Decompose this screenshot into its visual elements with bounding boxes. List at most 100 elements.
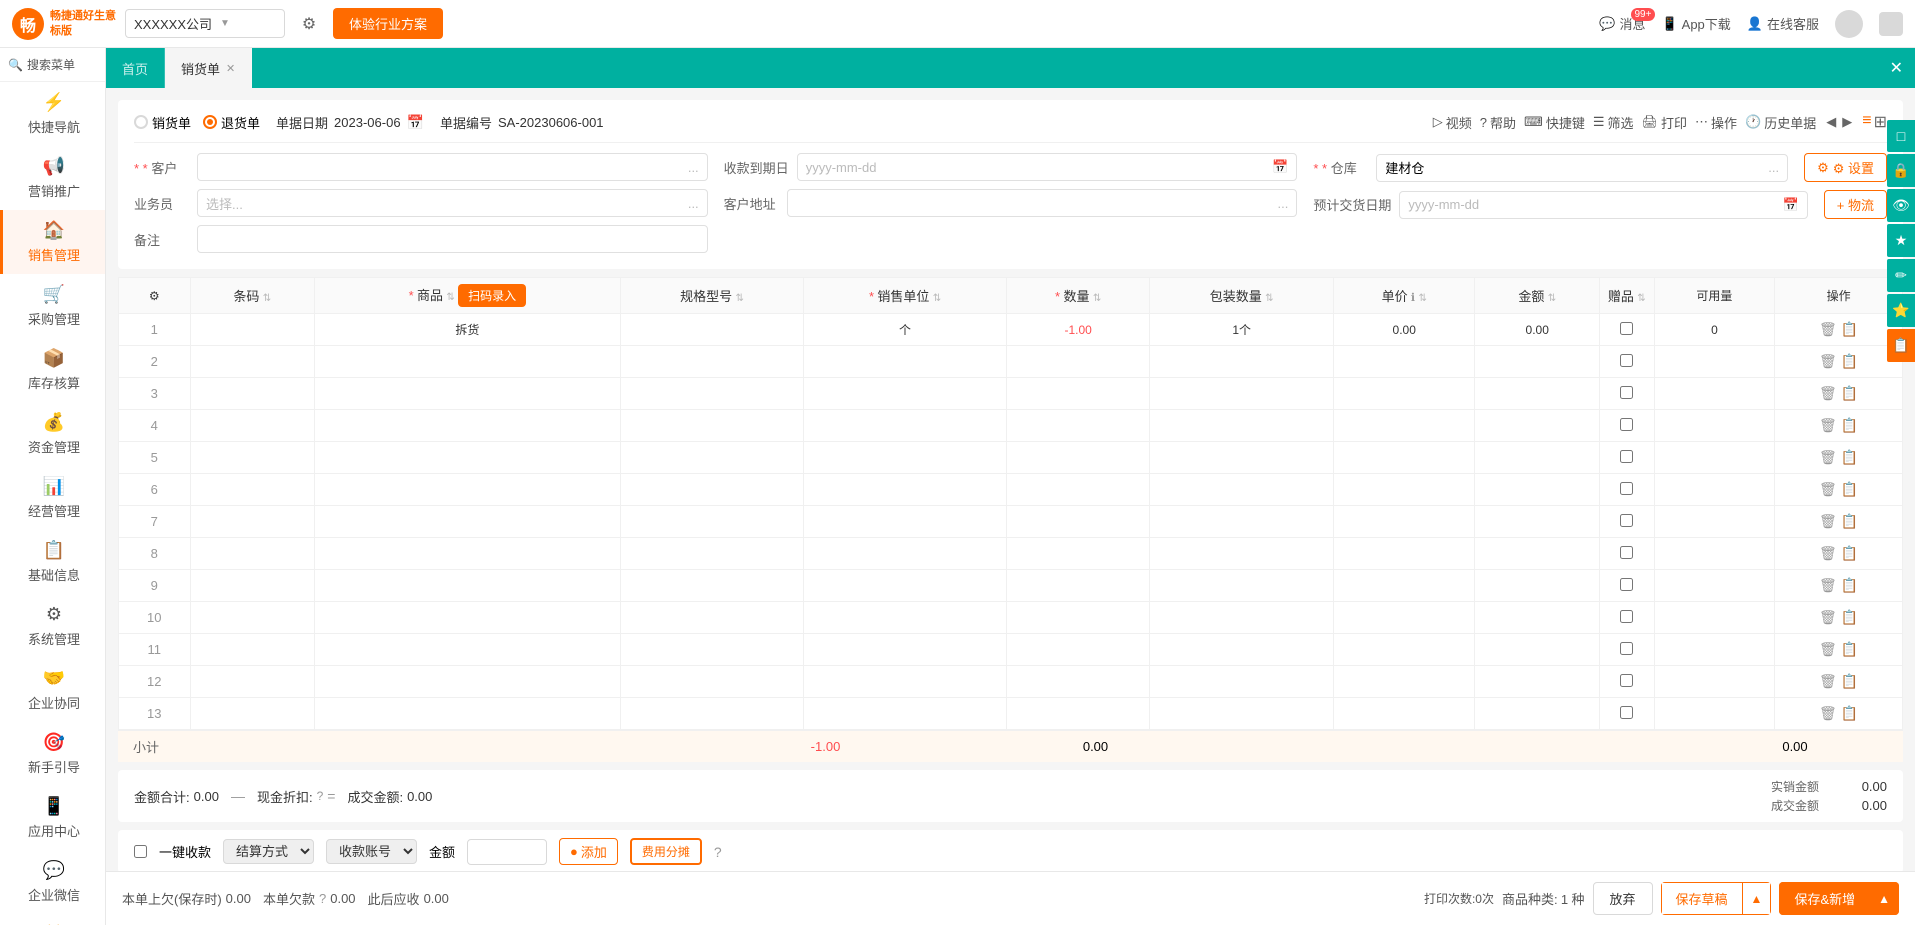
gift-checkbox[interactable] — [1620, 354, 1633, 367]
sidebar-item-marketing[interactable]: 📢 营销推广 — [0, 146, 105, 210]
row-amount-cell[interactable] — [1475, 538, 1599, 570]
row-price-cell[interactable] — [1333, 442, 1475, 474]
delete-row-btn[interactable]: 🗑 — [1819, 385, 1837, 402]
delete-row-btn[interactable]: 🗑 — [1819, 449, 1837, 466]
row-product-cell[interactable] — [314, 666, 620, 698]
shortcuts-link[interactable]: ⌨ 快捷键 — [1524, 113, 1585, 132]
sidebar-item-inventory[interactable]: 📦 库存核算 — [0, 338, 105, 402]
gift-checkbox[interactable] — [1620, 322, 1633, 335]
row-amount-cell[interactable] — [1475, 506, 1599, 538]
row-price-cell[interactable] — [1333, 666, 1475, 698]
row-pack-qty-cell[interactable] — [1150, 378, 1334, 410]
video-link[interactable]: ▷ 视频 — [1433, 113, 1472, 132]
history-link[interactable]: 🕐 历史单据 — [1745, 113, 1816, 132]
gift-checkbox[interactable] — [1620, 482, 1633, 495]
customer-input[interactable]: ... — [197, 153, 708, 181]
list-view-btn[interactable]: ≡ — [1862, 112, 1871, 132]
col-barcode-sort[interactable]: ⇅ — [263, 293, 271, 304]
message-btn[interactable]: 💬 消息 99+ — [1599, 14, 1645, 33]
row-price-cell[interactable]: 0.00 — [1333, 314, 1475, 346]
col-amount-sort[interactable]: ⇅ — [1548, 293, 1556, 304]
row-product-cell[interactable] — [314, 698, 620, 730]
copy-row-btn[interactable]: 📋 — [1841, 385, 1858, 402]
row-gift-cell[interactable] — [1599, 378, 1654, 410]
delete-row-btn[interactable]: 🗑 — [1819, 673, 1837, 690]
row-unit-cell[interactable] — [804, 602, 1007, 634]
row-qty-cell[interactable] — [1006, 602, 1150, 634]
delete-row-btn[interactable]: 🗑 — [1819, 705, 1837, 722]
float-btn-2[interactable]: 🔒 — [1887, 154, 1915, 187]
copy-row-btn[interactable]: 📋 — [1841, 449, 1858, 466]
gift-checkbox[interactable] — [1620, 546, 1633, 559]
row-pack-qty-cell[interactable] — [1150, 346, 1334, 378]
expected-date-input[interactable]: yyyy-mm-dd 📅 — [1399, 191, 1807, 219]
row-spec-cell[interactable] — [620, 442, 804, 474]
user-avatar[interactable] — [1835, 10, 1863, 38]
radio-sales-label[interactable]: 销货单 — [134, 113, 191, 132]
row-barcode-cell[interactable] — [190, 698, 314, 730]
logistics-btn[interactable]: + 物流 — [1824, 190, 1887, 219]
row-price-cell[interactable] — [1333, 346, 1475, 378]
row-price-cell[interactable] — [1333, 538, 1475, 570]
row-amount-cell[interactable] — [1475, 602, 1599, 634]
row-qty-cell[interactable] — [1006, 570, 1150, 602]
row-gift-cell[interactable] — [1599, 634, 1654, 666]
row-pack-qty-cell[interactable] — [1150, 538, 1334, 570]
row-gift-cell[interactable] — [1599, 538, 1654, 570]
company-selector[interactable]: XXXXXX公司 ▼ — [125, 9, 285, 38]
row-gift-cell[interactable] — [1599, 442, 1654, 474]
scan-btn[interactable]: 扫码录入 — [458, 284, 526, 307]
row-gift-cell[interactable] — [1599, 698, 1654, 730]
row-barcode-cell[interactable] — [190, 378, 314, 410]
row-unit-cell[interactable] — [804, 506, 1007, 538]
save-new-btn[interactable]: 保存&新增 — [1779, 882, 1869, 915]
float-btn-5[interactable]: ✏ — [1887, 259, 1915, 292]
row-pack-qty-cell[interactable] — [1150, 602, 1334, 634]
row-pack-qty-cell[interactable] — [1150, 570, 1334, 602]
discount-help-icon[interactable]: ? — [317, 789, 324, 803]
row-price-cell[interactable] — [1333, 698, 1475, 730]
customer-addr-input[interactable]: ... — [787, 189, 1298, 217]
row-unit-cell[interactable] — [804, 474, 1007, 506]
add-payment-btn[interactable]: ● 添加 — [559, 838, 618, 865]
row-pack-qty-cell[interactable] — [1150, 634, 1334, 666]
warehouse-input[interactable]: 建材仓 ... — [1376, 154, 1788, 182]
row-barcode-cell[interactable] — [190, 666, 314, 698]
delete-row-btn[interactable]: 🗑 — [1819, 353, 1837, 370]
row-amount-cell[interactable] — [1475, 442, 1599, 474]
row-price-cell[interactable] — [1333, 474, 1475, 506]
col-spec-sort[interactable]: ⇅ — [735, 293, 743, 304]
row-price-cell[interactable] — [1333, 506, 1475, 538]
global-settings-btn[interactable]: ⚙ — [293, 8, 325, 40]
row-product-cell[interactable] — [314, 410, 620, 442]
row-unit-cell[interactable] — [804, 698, 1007, 730]
gift-checkbox[interactable] — [1620, 706, 1633, 719]
row-spec-cell[interactable] — [620, 602, 804, 634]
sidebar-item-sales[interactable]: 🏠 销售管理 — [0, 210, 105, 274]
row-barcode-cell[interactable] — [190, 442, 314, 474]
row-amount-cell[interactable] — [1475, 410, 1599, 442]
account-select[interactable]: 收款账号 — [326, 839, 417, 864]
online-service-btn[interactable]: 👤 在线客服 — [1747, 14, 1819, 33]
row-amount-cell[interactable] — [1475, 634, 1599, 666]
save-new-arrow-btn[interactable]: ▲ — [1869, 882, 1899, 915]
row-qty-cell[interactable]: -1.00 — [1006, 314, 1150, 346]
row-barcode-cell[interactable] — [190, 538, 314, 570]
gift-checkbox[interactable] — [1620, 642, 1633, 655]
row-spec-cell[interactable] — [620, 698, 804, 730]
row-price-cell[interactable] — [1333, 634, 1475, 666]
row-pack-qty-cell[interactable] — [1150, 474, 1334, 506]
col-qty-sort[interactable]: ⇅ — [1093, 293, 1101, 304]
row-spec-cell[interactable] — [620, 474, 804, 506]
row-product-cell[interactable] — [314, 442, 620, 474]
delete-row-btn[interactable]: 🗑 — [1819, 609, 1837, 626]
salesperson-input[interactable]: 选择... ... — [197, 189, 708, 217]
row-spec-cell[interactable] — [620, 634, 804, 666]
row-pack-qty-cell[interactable] — [1150, 410, 1334, 442]
row-barcode-cell[interactable] — [190, 506, 314, 538]
copy-row-btn[interactable]: 📋 — [1841, 641, 1858, 658]
row-qty-cell[interactable] — [1006, 442, 1150, 474]
row-qty-cell[interactable] — [1006, 698, 1150, 730]
sidebar-item-operations[interactable]: 📊 经营管理 — [0, 466, 105, 530]
gift-checkbox[interactable] — [1620, 450, 1633, 463]
